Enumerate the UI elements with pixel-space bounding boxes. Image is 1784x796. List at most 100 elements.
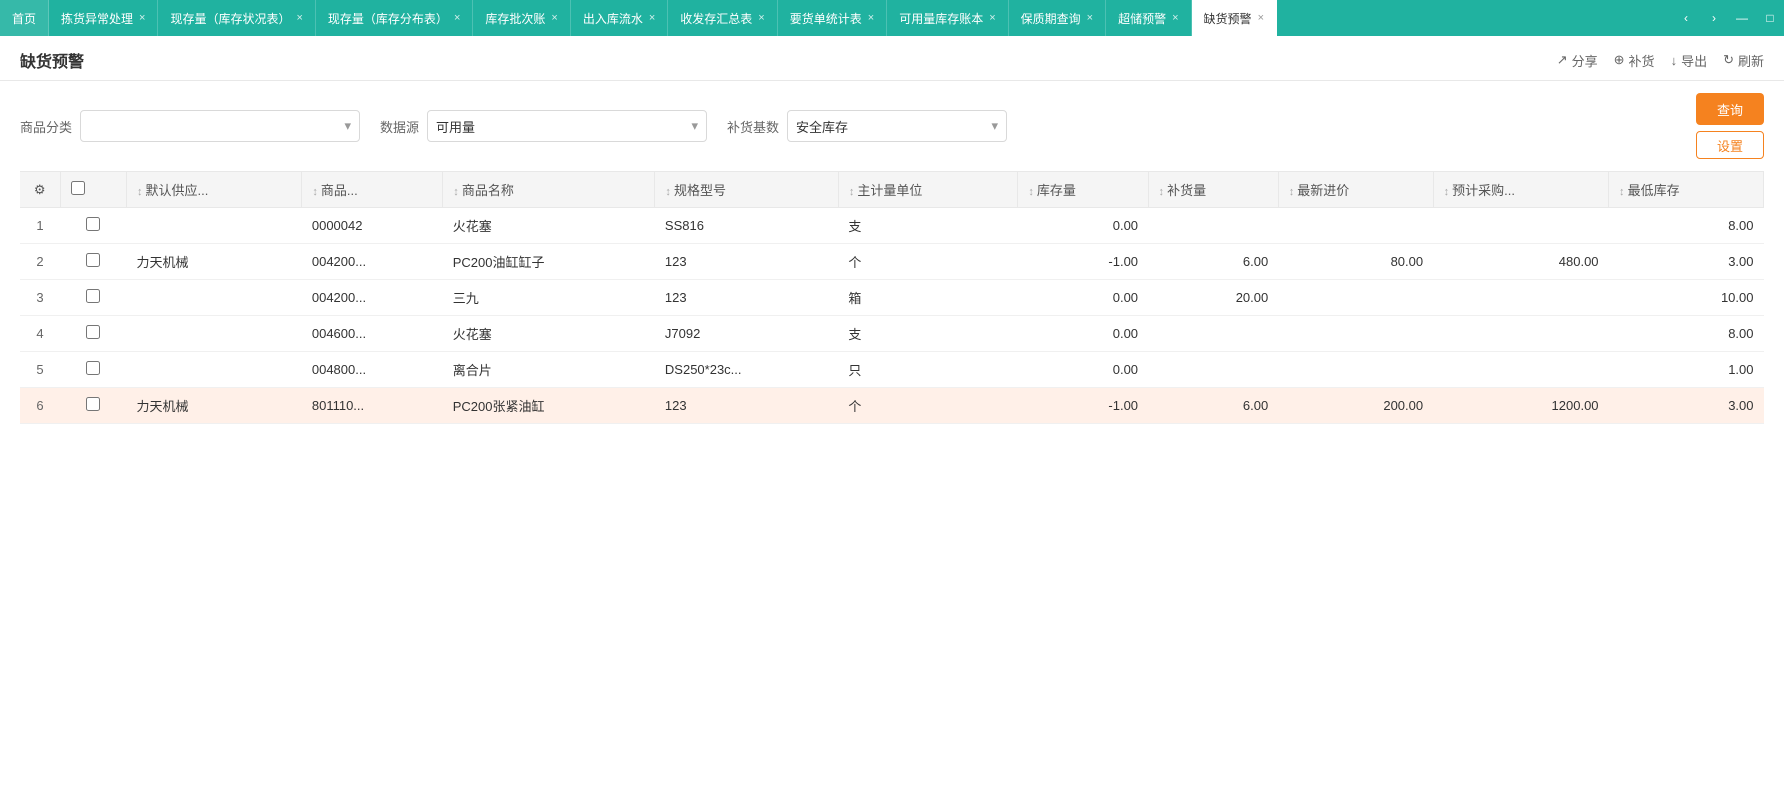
tab-close-defect-processing[interactable]: × — [139, 12, 145, 24]
spec-cell-1: SS816 — [655, 208, 838, 244]
select-all-checkbox[interactable] — [71, 181, 85, 195]
tab-close-expiry-query[interactable]: × — [1087, 12, 1093, 24]
tab-close-available-ledger[interactable]: × — [989, 12, 995, 24]
tab-prev-button[interactable]: ‹ — [1672, 0, 1700, 36]
row-checkbox-cell-4[interactable] — [60, 316, 126, 352]
row-checkbox-1[interactable] — [86, 217, 100, 231]
share-button[interactable]: ↗ 分享 — [1557, 51, 1598, 70]
tab-collect-summary[interactable]: 收发存汇总表 × — [668, 0, 777, 36]
stock-qty-column-header[interactable]: 库存量 — [1018, 172, 1148, 208]
tab-label-defect-processing: 拣货异常处理 — [61, 10, 133, 27]
unit-cell-1: 支 — [838, 208, 1018, 244]
replenish-base-label: 补货基数 — [727, 117, 779, 136]
replenish-qty-column-header[interactable]: 补货量 — [1148, 172, 1278, 208]
product-code-cell-4: 004600... — [302, 316, 443, 352]
table-row: 4004600...火花塞J7092支0.008.00 — [20, 316, 1764, 352]
tab-inout-flow[interactable]: 出入库流水 × — [571, 0, 668, 36]
gear-icon[interactable]: ⚙ — [34, 182, 46, 197]
datasource-select[interactable]: 可用量 ▾ — [427, 110, 707, 142]
replenish-qty-cell-3: 20.00 — [1148, 280, 1278, 316]
replenish-base-select[interactable]: 安全库存 ▾ — [787, 110, 1007, 142]
tab-minimize-button[interactable]: — — [1728, 0, 1756, 36]
spec-cell-3: 123 — [655, 280, 838, 316]
product-name-column-header[interactable]: 商品名称 — [443, 172, 655, 208]
datasource-label: 数据源 — [380, 117, 419, 136]
action-buttons: 查询 设置 — [1696, 93, 1764, 159]
tab-available-ledger[interactable]: 可用量库存账本× — [887, 0, 1008, 36]
row-number-5: 5 — [20, 352, 60, 388]
tab-overstock-warning[interactable]: 超储预警× — [1106, 0, 1191, 36]
row-checkbox-6[interactable] — [86, 397, 100, 411]
tab-close-inventory-status[interactable]: × — [296, 12, 302, 24]
query-button[interactable]: 查询 — [1696, 93, 1764, 125]
default-supplier-column-header[interactable]: 默认供应... — [126, 172, 301, 208]
row-checkbox-cell-1[interactable] — [60, 208, 126, 244]
category-select[interactable]: ▾ — [80, 110, 360, 142]
tab-expiry-query[interactable]: 保质期查询× — [1009, 0, 1106, 36]
tab-maximize-button[interactable]: □ — [1756, 0, 1784, 36]
row-number-1: 1 — [20, 208, 60, 244]
table-container: ⚙ 默认供应... 商品... 商品名称 规格型号 主计量单位 库存量 补货量 … — [0, 171, 1784, 424]
row-checkbox-cell-3[interactable] — [60, 280, 126, 316]
tab-bar: 首页拣货异常处理×现存量（库存状况表）×现存量（库存分布表）×库存批次账×出入库… — [0, 0, 1784, 36]
tab-label-inventory-status: 现存量（库存状况表） — [170, 10, 290, 27]
est-purchase-column-header[interactable]: 预计采购... — [1433, 172, 1608, 208]
tab-batch-account[interactable]: 库存批次账× — [473, 0, 570, 36]
tab-demand-stats[interactable]: 要货单统计表× — [778, 0, 887, 36]
product-name-cell-5: 离合片 — [443, 352, 655, 388]
refresh-button[interactable]: ↻ 刷新 — [1723, 51, 1764, 70]
product-code-cell-6: 801110... — [302, 388, 443, 424]
refresh-icon: ↻ — [1723, 52, 1734, 68]
tab-defect-processing[interactable]: 拣货异常处理 × — [49, 0, 158, 36]
tab-close-inventory-dist[interactable]: × — [454, 12, 460, 24]
row-checkbox-5[interactable] — [86, 361, 100, 375]
min-stock-cell-5: 1.00 — [1609, 352, 1764, 388]
tab-close-inout-flow[interactable]: × — [649, 12, 655, 24]
category-label: 商品分类 — [20, 117, 72, 136]
row-checkbox-2[interactable] — [86, 253, 100, 267]
tab-close-collect-summary[interactable]: × — [758, 12, 764, 24]
replenish-qty-cell-4 — [1148, 316, 1278, 352]
tab-inventory-status[interactable]: 现存量（库存状况表） × — [158, 0, 315, 36]
table-row: 10000042火花塞SS816支0.008.00 — [20, 208, 1764, 244]
export-button[interactable]: ↓ 导出 — [1671, 51, 1708, 70]
table-body: 10000042火花塞SS816支0.008.002力天机械004200...P… — [20, 208, 1764, 424]
tab-close-demand-stats[interactable]: × — [868, 12, 874, 24]
replenish-base-value: 安全库存 — [796, 117, 848, 136]
row-number-3: 3 — [20, 280, 60, 316]
default-supplier-cell-2: 力天机械 — [126, 244, 301, 280]
latest-price-column-header[interactable]: 最新进价 — [1278, 172, 1433, 208]
tab-nav-buttons: ‹ › — □ — [1672, 0, 1784, 36]
tab-shortage-warning[interactable]: 缺货预警× — [1192, 0, 1277, 36]
min-stock-cell-2: 3.00 — [1609, 244, 1764, 280]
min-stock-column-header[interactable]: 最低库存 — [1609, 172, 1764, 208]
tab-close-overstock-warning[interactable]: × — [1172, 12, 1178, 24]
share-icon: ↗ — [1557, 52, 1568, 68]
row-number-4: 4 — [20, 316, 60, 352]
settings-button[interactable]: 设置 — [1696, 131, 1764, 159]
unit-column-header[interactable]: 主计量单位 — [838, 172, 1018, 208]
replenish-button[interactable]: ⊕ 补货 — [1614, 51, 1655, 70]
checkbox-column-header[interactable] — [60, 172, 126, 208]
tab-close-batch-account[interactable]: × — [551, 12, 557, 24]
settings-column-header[interactable]: ⚙ — [20, 172, 60, 208]
tab-home[interactable]: 首页 — [0, 0, 49, 36]
product-code-column-header[interactable]: 商品... — [302, 172, 443, 208]
row-checkbox-3[interactable] — [86, 289, 100, 303]
tab-label-collect-summary: 收发存汇总表 — [680, 10, 752, 27]
tab-label-inout-flow: 出入库流水 — [583, 10, 643, 27]
row-checkbox-cell-2[interactable] — [60, 244, 126, 280]
latest-price-cell-2: 80.00 — [1278, 244, 1433, 280]
tab-inventory-dist[interactable]: 现存量（库存分布表）× — [316, 0, 473, 36]
row-checkbox-cell-5[interactable] — [60, 352, 126, 388]
replenish-base-filter-group: 补货基数 安全库存 ▾ — [727, 110, 1007, 142]
replenish-icon: ⊕ — [1614, 52, 1625, 68]
est-purchase-cell-1 — [1433, 208, 1608, 244]
tab-close-shortage-warning[interactable]: × — [1258, 12, 1264, 24]
spec-column-header[interactable]: 规格型号 — [655, 172, 838, 208]
stock-qty-cell-4: 0.00 — [1018, 316, 1148, 352]
tab-next-button[interactable]: › — [1700, 0, 1728, 36]
tab-label-home: 首页 — [12, 10, 36, 27]
row-checkbox-cell-6[interactable] — [60, 388, 126, 424]
row-checkbox-4[interactable] — [86, 325, 100, 339]
